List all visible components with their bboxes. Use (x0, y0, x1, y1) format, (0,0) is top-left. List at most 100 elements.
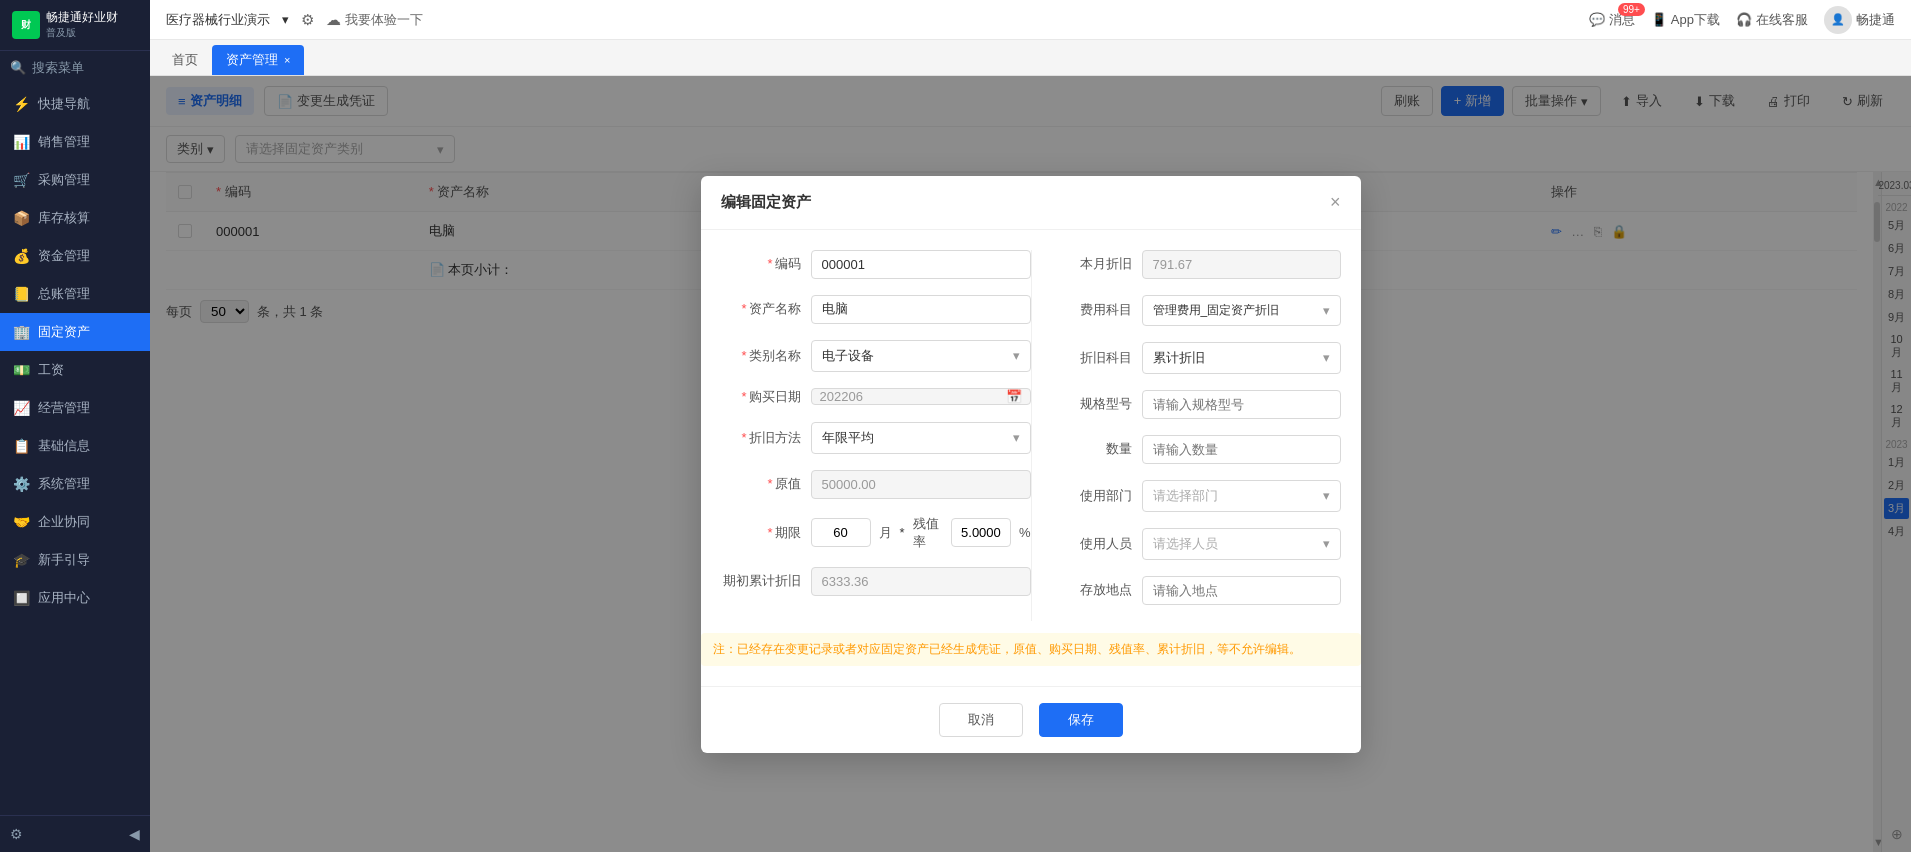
depreciation-account-value: 累计折旧 (1153, 349, 1205, 367)
category-select-arrow: ▾ (1013, 348, 1020, 363)
sidebar-item-label: 应用中心 (38, 589, 90, 607)
message-icon: 💬 (1589, 12, 1605, 27)
asset-name-input[interactable] (811, 295, 1031, 324)
ledger-icon: 📒 (12, 285, 30, 303)
form-row-expense-account: 费用科目 管理费用_固定资产折旧 ▾ (1052, 295, 1341, 326)
form-row-depreciation-account: 折旧科目 累计折旧 ▾ (1052, 342, 1341, 374)
sidebar-item-salary[interactable]: 💵 工资 (0, 351, 150, 389)
user-name: 畅捷通 (1856, 11, 1895, 29)
period-unit: 月 (879, 524, 892, 542)
spec-input[interactable] (1142, 390, 1341, 419)
purchase-icon: 🛒 (12, 171, 30, 189)
form-row-asset-name: *资产名称 (721, 295, 1031, 324)
app-download-label: App下载 (1671, 11, 1720, 29)
location-input[interactable] (1142, 576, 1341, 605)
save-button[interactable]: 保存 (1039, 703, 1123, 737)
sidebar-item-ledger[interactable]: 📒 总账管理 (0, 275, 150, 313)
quick-nav-icon: ⚡ (12, 95, 30, 113)
service-label: 在线客服 (1756, 11, 1808, 29)
collapse-icon[interactable]: ◀ (129, 826, 140, 842)
depreciation-account-select[interactable]: 累计折旧 ▾ (1142, 342, 1341, 374)
topbar-right: 💬 消息 99+ 📱 App下载 🎧 在线客服 👤 畅捷通 (1589, 6, 1895, 34)
expense-account-select[interactable]: 管理费用_固定资产折旧 ▾ (1142, 295, 1341, 326)
department-arrow: ▾ (1323, 488, 1330, 503)
sidebar-item-sales[interactable]: 📊 销售管理 (0, 123, 150, 161)
form-row-spec: 规格型号 (1052, 390, 1341, 419)
sidebar: 财 畅捷通好业财 普及版 🔍 搜索菜单 ⚡ 快捷导航 📊 销售管理 🛒 采购管理 (0, 0, 150, 852)
initial-depreciation-label: 期初累计折旧 (721, 572, 811, 590)
base-info-icon: 📋 (12, 437, 30, 455)
sidebar-item-label: 新手引导 (38, 551, 90, 569)
code-input[interactable] (811, 250, 1031, 279)
message-badge: 99+ (1618, 3, 1645, 16)
tab-asset-label: 资产管理 (226, 51, 278, 69)
sidebar-item-finance[interactable]: 💰 资金管理 (0, 237, 150, 275)
category-select[interactable]: 电子设备 ▾ (811, 340, 1031, 372)
sidebar-item-label: 库存核算 (38, 209, 90, 227)
tab-asset-management[interactable]: 资产管理 × (212, 45, 304, 75)
form-row-department: 使用部门 请选择部门 ▾ (1052, 480, 1341, 512)
period-input[interactable] (811, 518, 871, 547)
quantity-input[interactable] (1142, 435, 1341, 464)
sidebar-item-enterprise[interactable]: 🤝 企业协同 (0, 503, 150, 541)
sidebar-item-operations[interactable]: 📈 经营管理 (0, 389, 150, 427)
experience-btn[interactable]: ☁ 我要体验一下 (326, 11, 423, 29)
experience-label: 我要体验一下 (345, 11, 423, 29)
monthly-depreciation-input (1142, 250, 1341, 279)
operations-icon: 📈 (12, 399, 30, 417)
sidebar-item-label: 采购管理 (38, 171, 90, 189)
tab-home[interactable]: 首页 (158, 45, 212, 75)
form-row-period: *期限 月 * 残值率 % (721, 515, 1031, 551)
online-service-btn[interactable]: 🎧 在线客服 (1736, 11, 1808, 29)
sidebar-item-label: 基础信息 (38, 437, 90, 455)
message-btn[interactable]: 💬 消息 99+ (1589, 11, 1635, 29)
sidebar-item-system[interactable]: ⚙️ 系统管理 (0, 465, 150, 503)
cancel-button[interactable]: 取消 (939, 703, 1023, 737)
sidebar-item-inventory[interactable]: 📦 库存核算 (0, 199, 150, 237)
topbar: 医疗器械行业演示 ▾ ⚙ ☁ 我要体验一下 💬 消息 99+ 📱 App下载 🎧 (150, 0, 1911, 40)
search-icon: 🔍 (10, 60, 26, 75)
salary-icon: 💵 (12, 361, 30, 379)
sidebar-item-app-center[interactable]: 🔲 应用中心 (0, 579, 150, 617)
tab-close-icon[interactable]: × (284, 54, 290, 66)
search-menu[interactable]: 🔍 搜索菜单 (0, 51, 150, 85)
sidebar-item-fixed-assets[interactable]: 🏢 固定资产 (0, 313, 150, 351)
sales-icon: 📊 (12, 133, 30, 151)
sidebar-item-guide[interactable]: 🎓 新手引导 (0, 541, 150, 579)
tab-home-label: 首页 (172, 51, 198, 69)
calendar-icon[interactable]: 📅 (1006, 389, 1022, 404)
form-row-initial-depreciation: 期初累计折旧 (721, 567, 1031, 596)
logo-icon: 财 (12, 11, 40, 39)
user-select[interactable]: 请选择人员 ▾ (1142, 528, 1341, 560)
sidebar-item-base-info[interactable]: 📋 基础信息 (0, 427, 150, 465)
depreciation-method-select[interactable]: 年限平均 ▾ (811, 422, 1031, 454)
gear-icon[interactable]: ⚙ (301, 11, 314, 29)
department-select[interactable]: 请选择部门 ▾ (1142, 480, 1341, 512)
sidebar-item-label: 系统管理 (38, 475, 90, 493)
department-placeholder: 请选择部门 (1153, 487, 1218, 505)
search-label: 搜索菜单 (32, 59, 84, 77)
form-row-location: 存放地点 (1052, 576, 1341, 605)
original-value-input[interactable] (811, 470, 1031, 499)
salvage-rate-input[interactable] (951, 518, 1011, 547)
modal-close-btn[interactable]: × (1330, 192, 1341, 213)
purchase-date-value: 202206 (820, 389, 1006, 404)
location-label: 存放地点 (1052, 581, 1142, 599)
sidebar-item-quick-nav[interactable]: ⚡ 快捷导航 (0, 85, 150, 123)
settings-icon[interactable]: ⚙ (10, 826, 23, 842)
guide-icon: 🎓 (12, 551, 30, 569)
experience-icon: ☁ (326, 11, 341, 29)
form-row-purchase-date: *购买日期 202206 📅 (721, 388, 1031, 406)
user-label: 使用人员 (1052, 535, 1142, 553)
sidebar-nav: ⚡ 快捷导航 📊 销售管理 🛒 采购管理 📦 库存核算 💰 资金管理 📒 (0, 85, 150, 815)
initial-depreciation-input[interactable] (811, 567, 1031, 596)
sidebar-item-label: 快捷导航 (38, 95, 90, 113)
industry-dropdown[interactable]: ▾ (282, 12, 289, 27)
depreciation-method-arrow: ▾ (1013, 430, 1020, 445)
form-row-depreciation-method: *折旧方法 年限平均 ▾ (721, 422, 1031, 454)
app-download-btn[interactable]: 📱 App下载 (1651, 11, 1720, 29)
sidebar-item-label: 固定资产 (38, 323, 90, 341)
original-value-label: *原值 (721, 475, 811, 493)
sidebar-item-purchase[interactable]: 🛒 采购管理 (0, 161, 150, 199)
user-area[interactable]: 👤 畅捷通 (1824, 6, 1895, 34)
